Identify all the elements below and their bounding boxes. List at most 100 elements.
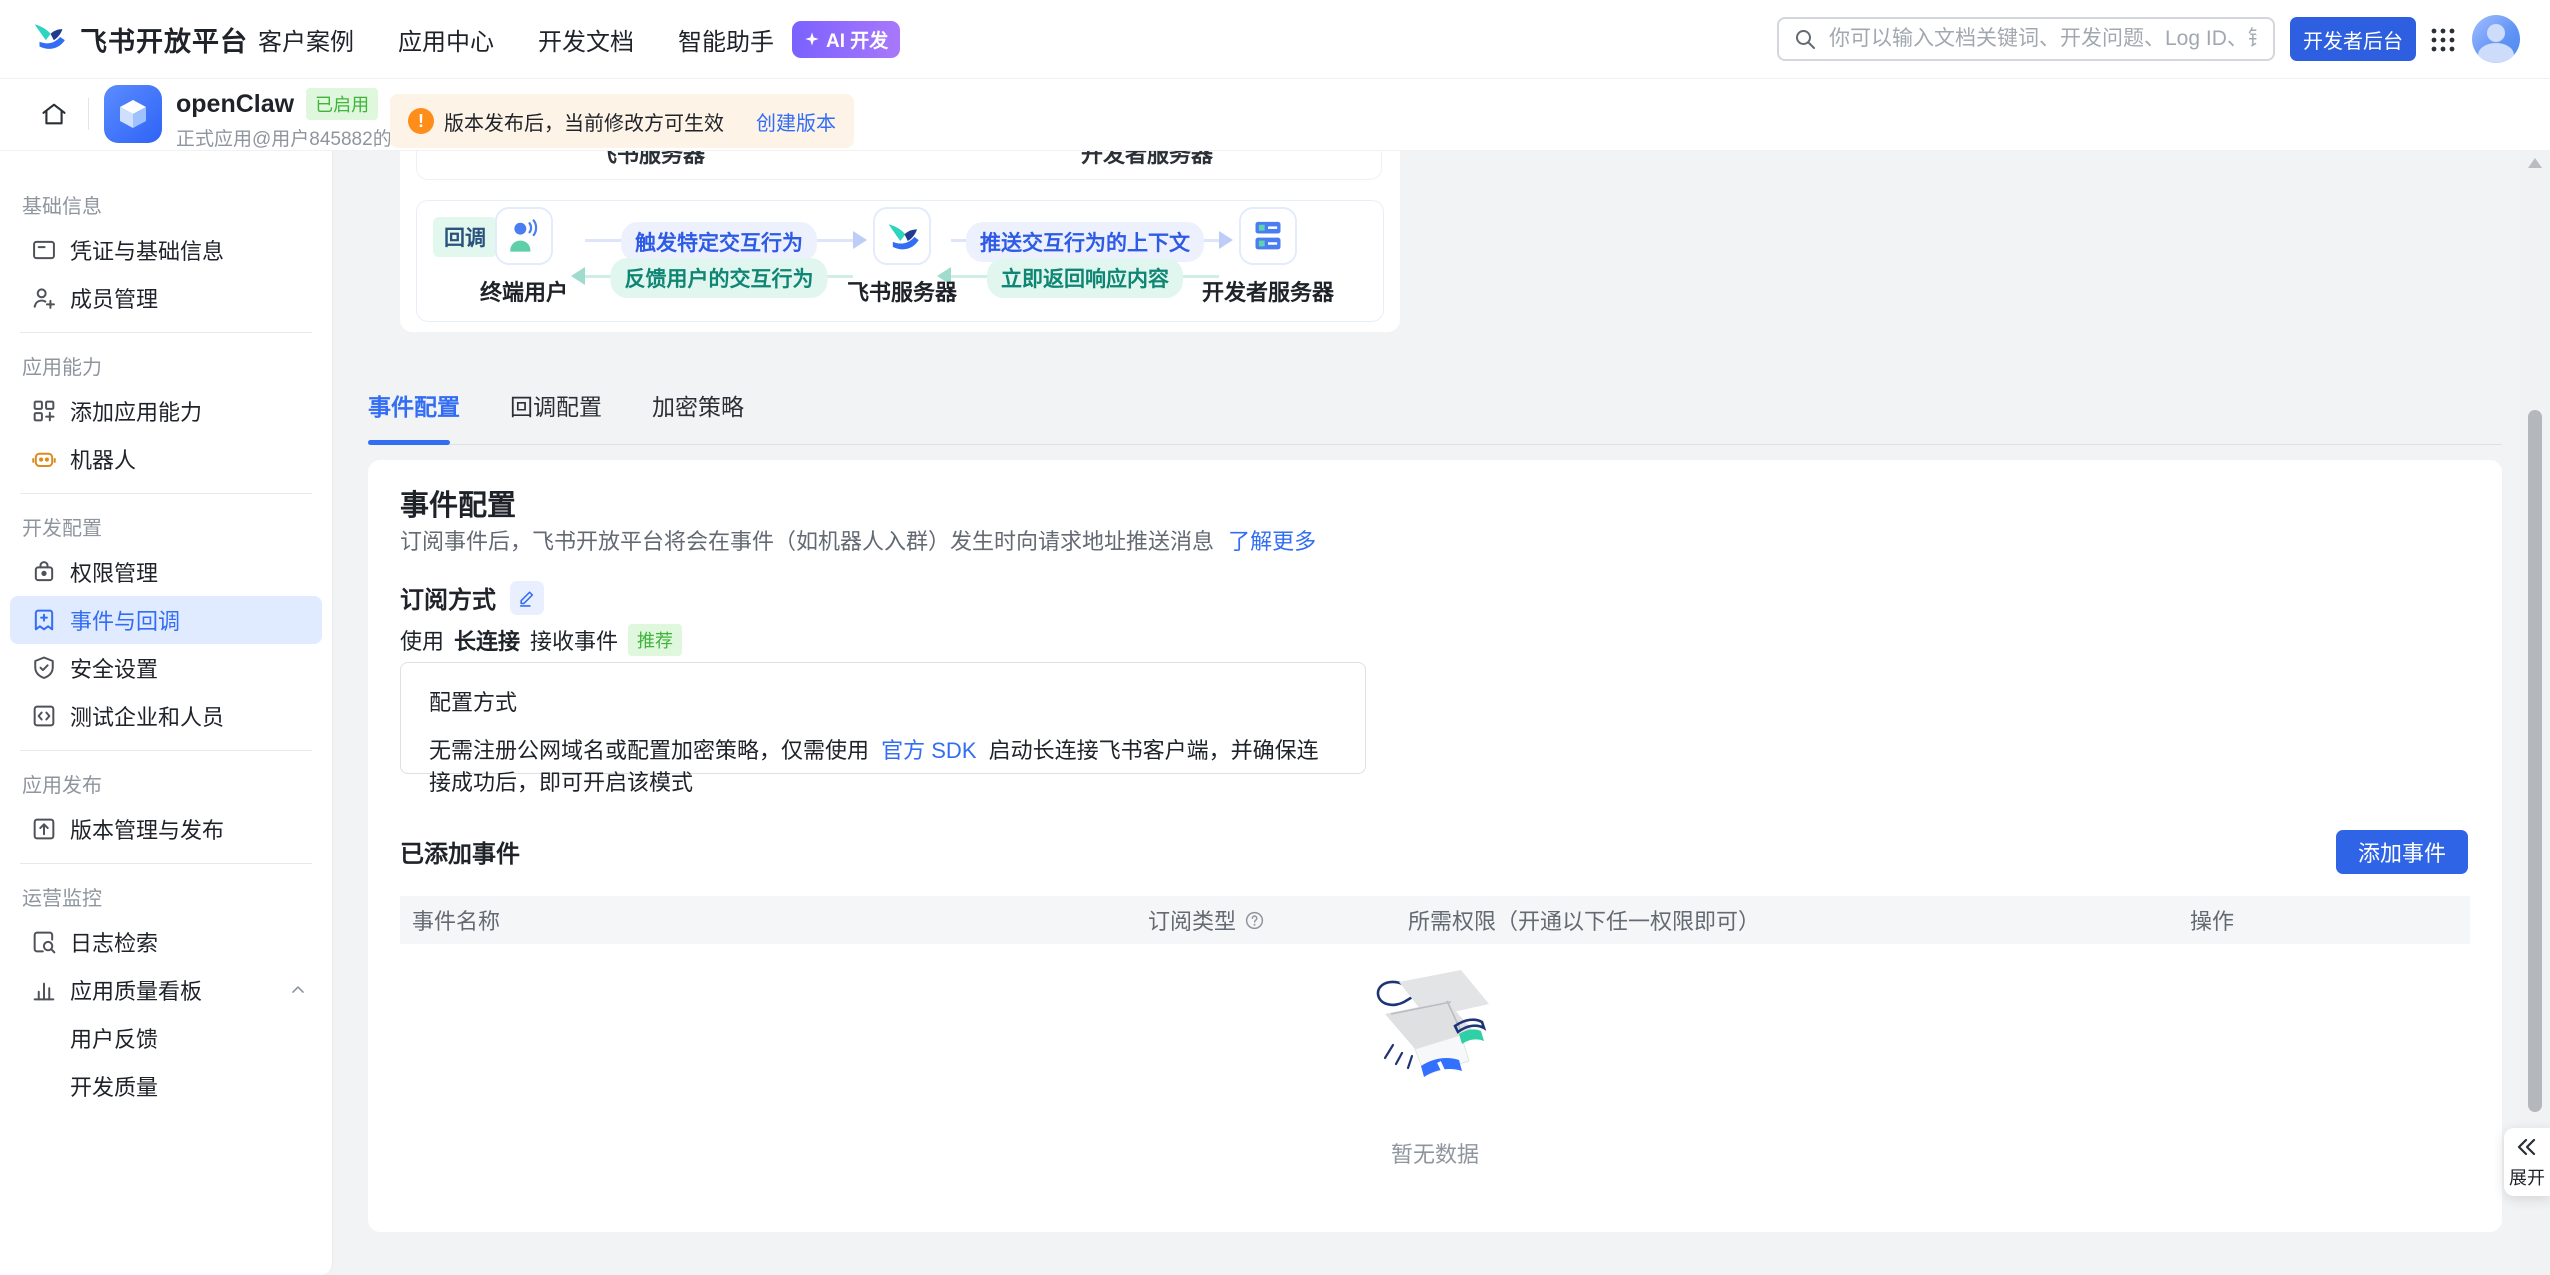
tab-divider bbox=[368, 444, 2502, 445]
config-box-text: 无需注册公网域名或配置加密策略，仅需使用 官方 SDK 启动长连接飞书客户端，并… bbox=[429, 733, 1337, 797]
sidebar-section-basic-info: 基础信息 bbox=[22, 195, 102, 218]
section-title: 事件配置 bbox=[400, 490, 517, 522]
notice-text: 版本发布后，当前修改方可生效 bbox=[444, 112, 724, 135]
sidebar-item-label: 权限管理 bbox=[70, 561, 159, 586]
sidebar-item-test-company[interactable]: 测试企业和人员 bbox=[10, 692, 322, 740]
clipped-label-dev-server: 开发者服务器 bbox=[1080, 150, 1214, 167]
config-tabs: 事件配置 回调配置 加密策略 bbox=[368, 388, 744, 422]
sidebar-item-events-callbacks[interactable]: 事件与回调 bbox=[10, 596, 322, 644]
nav-item-ai-assistant[interactable]: 智能助手 bbox=[678, 22, 774, 57]
scrollbar-track[interactable] bbox=[2520, 150, 2550, 1275]
official-sdk-link[interactable]: 官方 SDK bbox=[881, 738, 976, 763]
learn-more-link[interactable]: 了解更多 bbox=[1228, 529, 1316, 554]
sidebar-item-quality-dashboard[interactable]: 应用质量看板 bbox=[10, 966, 322, 1014]
expand-panel-button[interactable]: 展开 bbox=[2504, 1128, 2550, 1196]
scrollbar-up-arrow[interactable] bbox=[2528, 158, 2542, 168]
add-event-button[interactable]: 添加事件 bbox=[2335, 830, 2468, 874]
home-icon bbox=[42, 103, 66, 125]
column-label: 订阅类型 bbox=[1148, 909, 1237, 934]
app-status-badge: 已启用 bbox=[306, 88, 379, 120]
global-search[interactable] bbox=[1777, 17, 2275, 61]
sparkle-icon bbox=[805, 32, 819, 46]
arrowhead-right-icon bbox=[853, 231, 867, 249]
empty-box-illustration bbox=[1376, 970, 1489, 1078]
tab-encryption-policy[interactable]: 加密策略 bbox=[652, 388, 744, 422]
robot-icon bbox=[30, 445, 58, 473]
sidebar-item-permissions[interactable]: 权限管理 bbox=[10, 548, 322, 596]
home-button[interactable] bbox=[30, 90, 78, 138]
event-config-card: 事件配置 订阅事件后，飞书开放平台将会在事件（如机器人入群）发生时向请求地址推送… bbox=[368, 460, 2502, 1232]
platform-logo[interactable]: 飞书开放平台 bbox=[30, 0, 248, 78]
sidebar-item-label: 日志检索 bbox=[70, 931, 159, 956]
description-text: 订阅事件后，飞书开放平台将会在事件（如机器人入群）发生时向请求地址推送消息 bbox=[400, 529, 1215, 554]
avatar-silhouette bbox=[2487, 24, 2505, 42]
sidebar-item-version-release[interactable]: 版本管理与发布 bbox=[10, 805, 322, 853]
sidebar-section-dev-config: 开发配置 bbox=[22, 517, 102, 540]
sidebar-item-label: 测试企业和人员 bbox=[70, 705, 225, 730]
end-user-icon bbox=[510, 219, 538, 252]
tab-callback-config[interactable]: 回调配置 bbox=[510, 388, 602, 422]
card-icon bbox=[30, 236, 58, 264]
method-prefix: 使用 bbox=[400, 629, 445, 654]
user-avatar[interactable] bbox=[2472, 15, 2520, 63]
arrow-label-push-context: 推送交互行为的上下文 bbox=[966, 222, 1204, 262]
sidebar-item-security[interactable]: 安全设置 bbox=[10, 644, 322, 692]
arrowhead-left-icon bbox=[571, 267, 585, 285]
create-version-link[interactable]: 创建版本 bbox=[756, 107, 836, 136]
sidebar-item-log-search[interactable]: 日志检索 bbox=[10, 918, 322, 966]
sidebar-item-bot[interactable]: 机器人 bbox=[10, 435, 322, 483]
platform-title: 飞书开放平台 bbox=[80, 26, 248, 57]
app-icon[interactable] bbox=[104, 85, 162, 143]
chevron-up-icon[interactable] bbox=[288, 980, 308, 1000]
nav-item-dev-docs[interactable]: 开发文档 bbox=[538, 22, 634, 57]
sidebar-item-label: 事件与回调 bbox=[70, 609, 181, 634]
code-box-icon bbox=[30, 702, 58, 730]
config-text-before: 无需注册公网域名或配置加密策略，仅需使用 bbox=[429, 738, 870, 763]
shield-check-icon bbox=[30, 654, 58, 682]
app-title-row: openClaw 已启用 bbox=[176, 88, 379, 120]
sidebar-item-user-feedback[interactable]: 用户反馈 bbox=[10, 1014, 322, 1062]
sidebar-divider bbox=[20, 332, 312, 333]
method-suffix: 接收事件 bbox=[530, 629, 619, 654]
sidebar-item-add-capability[interactable]: 添加应用能力 bbox=[10, 387, 322, 435]
sidebar-item-label: 添加应用能力 bbox=[70, 400, 203, 425]
sidebar-divider bbox=[20, 493, 312, 494]
feishu-server-node bbox=[873, 207, 931, 265]
nav-item-app-center[interactable]: 应用中心 bbox=[398, 22, 494, 57]
page: 飞书开放平台 客户案例 应用中心 开发文档 智能助手 AI 开发 开发者后台 bbox=[0, 0, 2550, 1275]
sidebar-item-label: 凭证与基础信息 bbox=[70, 239, 225, 264]
cube-icon bbox=[120, 100, 146, 128]
callback-diagram-card: 飞书服务器 开发者服务器 回调 触发特定交互行为 反馈用户的交互行为 推送交互行… bbox=[400, 150, 1400, 332]
added-events-title: 已添加事件 bbox=[400, 841, 520, 868]
top-navbar: 飞书开放平台 客户案例 应用中心 开发文档 智能助手 AI 开发 开发者后台 bbox=[0, 0, 2550, 79]
feishu-logo-icon bbox=[888, 224, 919, 250]
callback-tag: 回调 bbox=[433, 217, 497, 257]
server-icon bbox=[1255, 221, 1281, 250]
pencil-icon bbox=[519, 590, 534, 607]
empty-state: 暂无数据 bbox=[368, 958, 2502, 1169]
apps-grid-icon[interactable] bbox=[2430, 27, 2456, 58]
sidebar-item-dev-quality[interactable]: 开发质量 bbox=[10, 1062, 322, 1110]
arrow-label-trigger: 触发特定交互行为 bbox=[621, 222, 817, 262]
section-description: 订阅事件后，飞书开放平台将会在事件（如机器人入群）发生时向请求地址推送消息 了解… bbox=[400, 524, 1316, 556]
scrollbar-thumb[interactable] bbox=[2528, 410, 2542, 1112]
column-required-permissions: 所需权限（开通以下任一权限即可） bbox=[1408, 909, 1761, 934]
edit-button[interactable] bbox=[510, 580, 544, 615]
sidebar-item-credentials[interactable]: 凭证与基础信息 bbox=[10, 226, 322, 274]
expand-label: 展开 bbox=[2509, 1167, 2545, 1188]
lock-bag-icon bbox=[30, 558, 58, 586]
sidebar-item-label: 安全设置 bbox=[70, 657, 159, 682]
tab-event-config[interactable]: 事件配置 bbox=[368, 388, 460, 422]
sidebar-item-members[interactable]: 成员管理 bbox=[10, 274, 322, 322]
question-circle-icon[interactable] bbox=[1244, 910, 1265, 931]
sidebar-section-release: 应用发布 bbox=[22, 774, 102, 797]
sidebar-item-label: 用户反馈 bbox=[70, 1027, 159, 1052]
clipped-diagram-box bbox=[416, 150, 1382, 180]
nav-item-customer-cases[interactable]: 客户案例 bbox=[258, 22, 354, 57]
double-chevron-left-icon bbox=[2517, 1138, 2536, 1155]
developer-console-button[interactable]: 开发者后台 bbox=[2290, 17, 2416, 61]
ai-dev-badge[interactable]: AI 开发 bbox=[792, 20, 901, 58]
search-input[interactable] bbox=[1827, 26, 2259, 52]
sidebar-divider bbox=[20, 863, 312, 864]
dev-server-node bbox=[1239, 207, 1297, 265]
